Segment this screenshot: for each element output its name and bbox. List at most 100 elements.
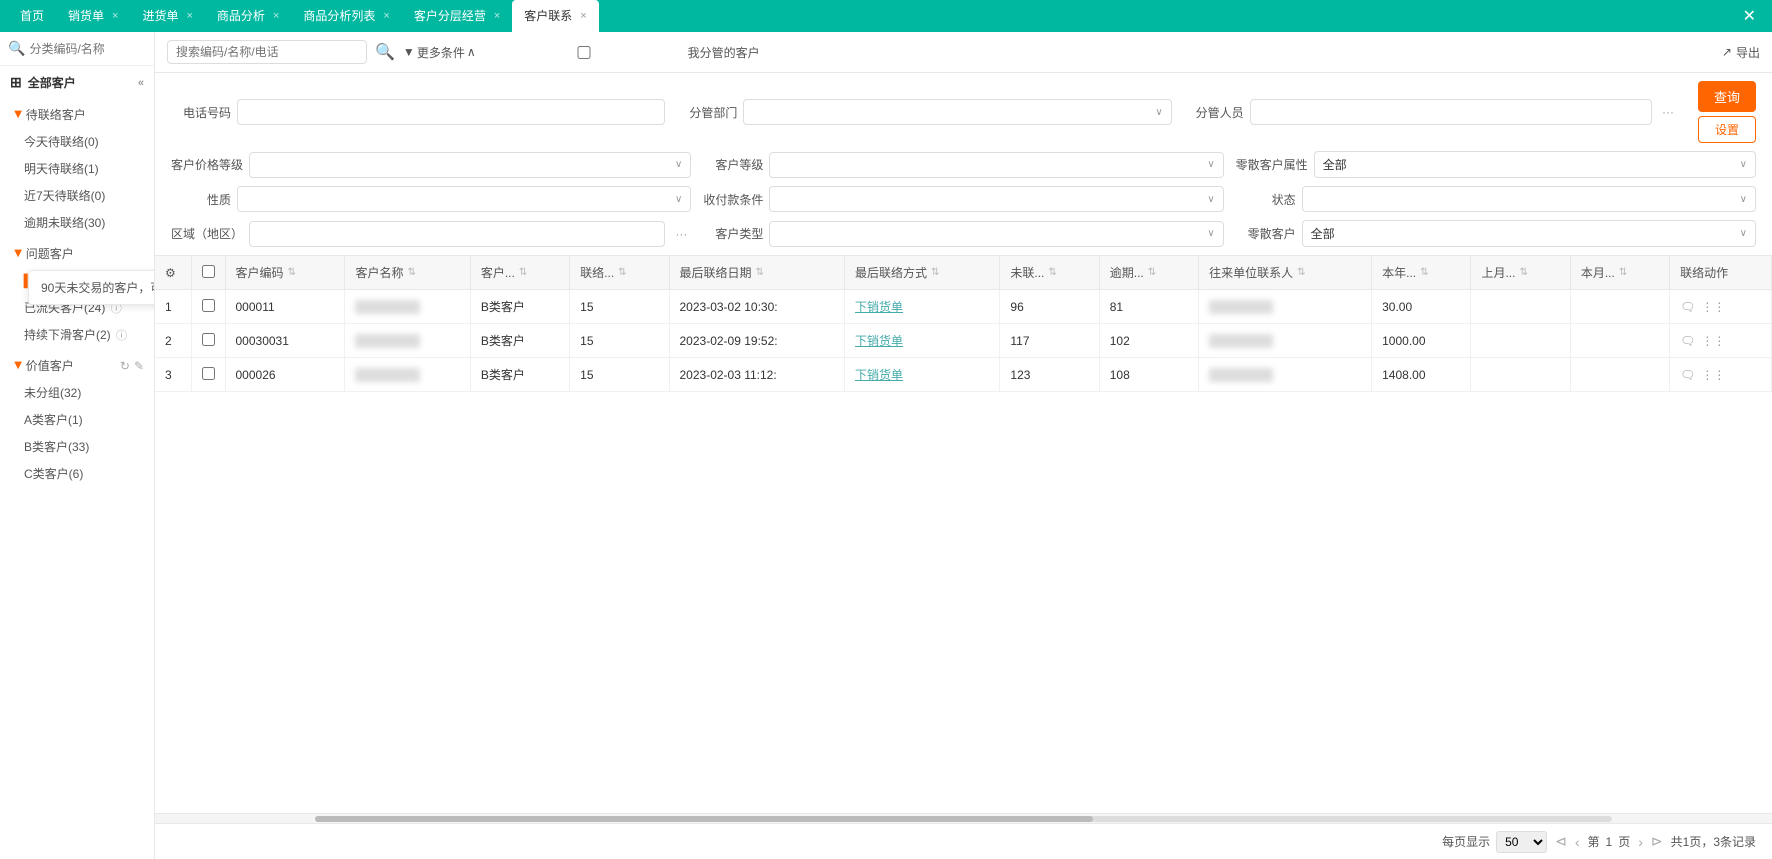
nature-select[interactable]: ∨ — [237, 186, 691, 212]
first-page-btn[interactable]: ⊲ — [1555, 833, 1567, 850]
filter-search-icon[interactable]: 🔍 — [375, 42, 395, 62]
sort-type-icon[interactable]: ⇅ — [519, 267, 527, 278]
sort-date-icon[interactable]: ⇅ — [756, 267, 764, 278]
sort-name-icon[interactable]: ⇅ — [408, 267, 416, 278]
action-chat-icon-1[interactable]: 🗨 — [1680, 334, 1695, 348]
more-conditions-btn[interactable]: ▼ 更多条件 ∧ — [403, 44, 476, 61]
filter-phone: 电话号码 — [171, 99, 665, 125]
sidebar-group-pending-header[interactable]: ▶ 待联络客户 — [0, 101, 154, 128]
action-chat-icon-2[interactable]: 🗨 — [1680, 368, 1695, 382]
sidebar-search-input[interactable] — [29, 42, 146, 56]
last-page-btn[interactable]: ⊳ — [1651, 833, 1663, 850]
nav-analysis[interactable]: 商品分析 × — [205, 0, 291, 32]
my-customers-checkbox[interactable] — [484, 46, 684, 59]
sort-code-icon[interactable]: ⇅ — [288, 267, 296, 278]
nav-customer-layer[interactable]: 客户分层经营 × — [402, 0, 512, 32]
row-checkbox-1[interactable] — [202, 333, 215, 346]
nav-sales[interactable]: 销货单 × — [56, 0, 130, 32]
method-link-2[interactable]: 下销货单 — [855, 368, 903, 382]
filter-dept: 分管部门 ∨ — [677, 99, 1171, 125]
th-unit-contact: 往来单位联系人 ⇅ — [1199, 256, 1372, 290]
customer-type-select[interactable]: ∨ — [769, 221, 1223, 247]
sidebar-item-class-c[interactable]: C类客户(6) — [0, 460, 154, 487]
th-settings[interactable]: ⚙ — [155, 256, 191, 290]
sort-tmonth-icon[interactable]: ⇅ — [1619, 267, 1627, 278]
nav-purchase[interactable]: 进货单 × — [130, 0, 204, 32]
zero-attr-select[interactable]: 全部 ∨ — [1314, 151, 1756, 178]
sidebar-item-class-a[interactable]: A类客户(1) — [0, 406, 154, 433]
next-page-btn[interactable]: › — [1638, 834, 1643, 850]
sidebar-item-overdue-contact[interactable]: 逾期未联络(30) — [0, 209, 154, 236]
horizontal-scrollbar[interactable] — [315, 816, 1612, 822]
collapse-sidebar-icon[interactable]: « — [138, 77, 144, 89]
sidebar-item-tomorrow-contact[interactable]: 明天待联络(1) — [0, 155, 154, 182]
person-dots-icon[interactable]: ··· — [1658, 105, 1678, 119]
row-checkbox-2[interactable] — [202, 367, 215, 380]
method-link-0[interactable]: 下销货单 — [855, 300, 903, 314]
zero-customer-select[interactable]: 全部 ∨ — [1302, 220, 1756, 247]
close-sales-icon[interactable]: × — [112, 0, 118, 32]
edit-value-icon[interactable]: ✎ — [134, 359, 144, 373]
payment-select[interactable]: ∨ — [769, 186, 1223, 212]
select-all-checkbox[interactable] — [202, 265, 215, 278]
export-btn[interactable]: ↗ 导出 — [1722, 44, 1760, 61]
sort-year-icon[interactable]: ⇅ — [1420, 267, 1428, 278]
my-customers-checkbox-label[interactable]: 我分管的客户 — [484, 44, 760, 61]
prev-page-btn[interactable]: ‹ — [1575, 834, 1580, 850]
sidebar-item-7days-contact[interactable]: 近7天待联络(0) — [0, 182, 154, 209]
method-link-1[interactable]: 下销货单 — [855, 334, 903, 348]
td-contact-0: 15 — [570, 290, 669, 324]
sidebar-item-class-b[interactable]: B类客户(33) — [0, 433, 154, 460]
close-purchase-icon[interactable]: × — [186, 0, 192, 32]
td-unit-2: BLURRED6 — [1199, 358, 1372, 392]
th-last-method: 最后联络方式 ⇅ — [845, 256, 1000, 290]
top-nav: 首页 销货单 × 进货单 × 商品分析 × 商品分析列表 × 客户分层经营 × … — [0, 0, 1772, 32]
sort-unlisted-icon[interactable]: ⇅ — [1048, 267, 1056, 278]
row-checkbox-0[interactable] — [202, 299, 215, 312]
search-input[interactable] — [167, 40, 367, 64]
close-customer-layer-icon[interactable]: × — [494, 0, 500, 32]
per-page-select[interactable]: 50 100 200 — [1496, 831, 1547, 853]
customer-level-select[interactable]: ∨ — [769, 152, 1223, 178]
region-select[interactable] — [249, 221, 665, 247]
td-method-1: 下销货单 — [845, 324, 1000, 358]
sidebar-group-problem-header[interactable]: ▶ 问题客户 — [0, 240, 154, 267]
sort-contact-icon[interactable]: ⇅ — [618, 267, 626, 278]
zero-customer-chevron-icon: ∨ — [1740, 228, 1747, 239]
settings-btn[interactable]: 设置 — [1698, 116, 1756, 143]
th-unlisted: 未联... ⇅ — [1000, 256, 1099, 290]
sort-unit-icon[interactable]: ⇅ — [1297, 267, 1305, 278]
nav-home[interactable]: 首页 — [8, 0, 56, 32]
window-close-icon[interactable]: ✕ — [1735, 6, 1764, 26]
action-chat-icon-0[interactable]: 🗨 — [1680, 300, 1695, 314]
close-customer-contact-icon[interactable]: × — [580, 0, 586, 32]
dept-select[interactable]: ∨ — [743, 99, 1171, 125]
person-select[interactable] — [1250, 99, 1652, 125]
filter-row-2: 客户价格等级 ∨ 客户等级 ∨ 零散客户属性 全部 — [171, 151, 1756, 178]
close-analysis-icon[interactable]: × — [273, 0, 279, 32]
nav-customer-contact[interactable]: 客户联系 × — [512, 0, 598, 32]
sidebar-item-declining[interactable]: 持续下滑客户(2) ⓘ — [0, 321, 154, 348]
region-dots-icon[interactable]: ··· — [671, 227, 691, 241]
pagination-bar: 每页显示 50 100 200 ⊲ ‹ 第 1 页 › ⊳ 共1页，3条记录 — [155, 823, 1772, 859]
action-more-icon-0[interactable]: ⋮⋮ — [1701, 300, 1725, 314]
sort-method-icon[interactable]: ⇅ — [931, 267, 939, 278]
nav-analysis-list[interactable]: 商品分析列表 × — [291, 0, 401, 32]
phone-input[interactable] — [237, 99, 665, 125]
action-more-icon-1[interactable]: ⋮⋮ — [1701, 334, 1725, 348]
action-more-icon-2[interactable]: ⋮⋮ — [1701, 368, 1725, 382]
sidebar-item-today-contact[interactable]: 今天待联络(0) — [0, 128, 154, 155]
arrow-value-icon: ▶ — [12, 362, 23, 370]
price-level-select[interactable]: ∨ — [249, 152, 691, 178]
sidebar-item-ungroup[interactable]: 未分组(32) — [0, 379, 154, 406]
close-analysis-list-icon[interactable]: × — [383, 0, 389, 32]
status-select[interactable]: ∨ — [1302, 186, 1756, 212]
query-btn[interactable]: 查询 — [1698, 81, 1756, 112]
sidebar-group-value-header[interactable]: ▶ 价值客户 ↻ ✎ — [0, 352, 154, 379]
sidebar-all-customers[interactable]: ⊞ 全部客户 « — [0, 66, 154, 99]
refresh-value-icon[interactable]: ↻ — [120, 359, 130, 373]
sort-lmonth-icon[interactable]: ⇅ — [1519, 267, 1527, 278]
total-info: 共1页，3条记录 — [1671, 833, 1756, 850]
filter-zero-attr: 零散客户属性 全部 ∨ — [1236, 151, 1756, 178]
sort-overdue-icon[interactable]: ⇅ — [1148, 267, 1156, 278]
